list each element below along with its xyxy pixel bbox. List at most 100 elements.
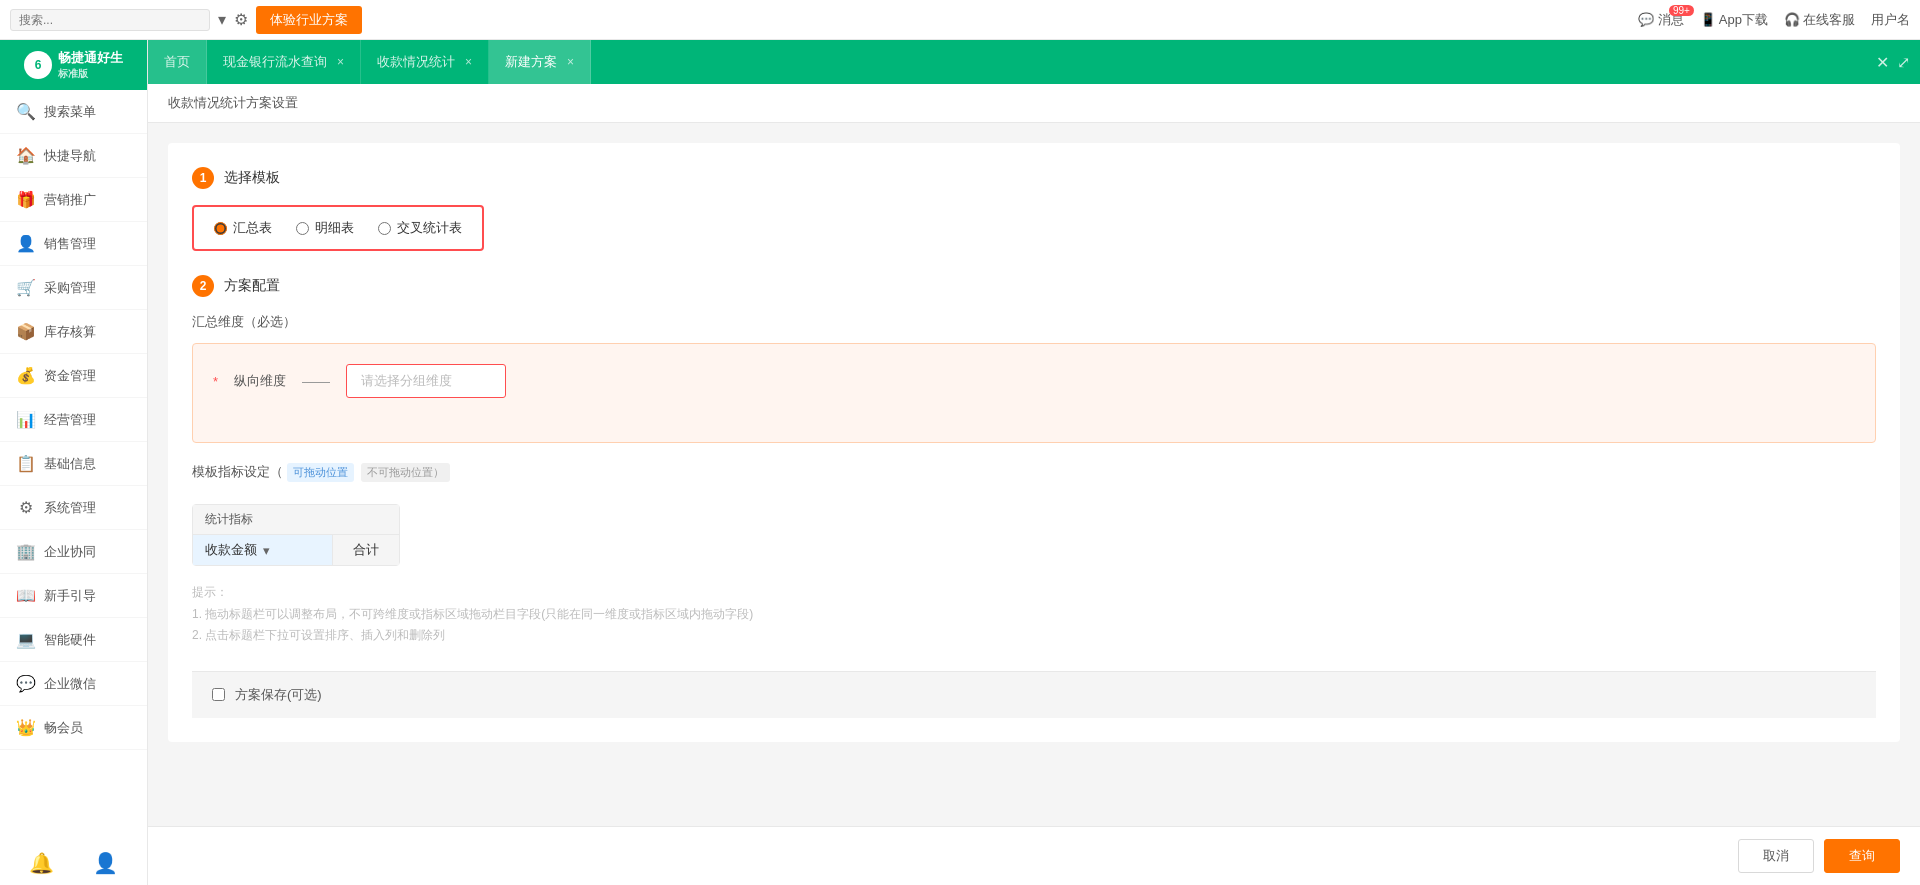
dimension-area: * 纵向维度 —— 请选择分组维度 [192, 343, 1876, 443]
sidebar-bell-icon[interactable]: 🔔 [29, 851, 54, 875]
radio-cross-label: 交叉统计表 [397, 219, 462, 237]
sidebar-item-sales[interactable]: 👤 销售管理 [0, 222, 147, 266]
dimension-row: * 纵向维度 —— 请选择分组维度 [213, 364, 1855, 398]
tab-collection-close[interactable]: × [465, 55, 472, 69]
tab-bar-right: ✕ ⤢ [1876, 53, 1920, 72]
cancel-button[interactable]: 取消 [1738, 839, 1814, 873]
sidebar-item-wechat[interactable]: 💬 企业微信 [0, 662, 147, 706]
query-button[interactable]: 查询 [1824, 839, 1900, 873]
radio-summary[interactable]: 汇总表 [214, 219, 272, 237]
tab-home-label: 首页 [164, 53, 190, 71]
tab-close-all-btn[interactable]: ✕ [1876, 53, 1889, 72]
gear-icon: ⚙ [16, 498, 36, 517]
tab-expand-btn[interactable]: ⤢ [1897, 53, 1910, 72]
logo-icon: 6 [24, 51, 52, 79]
header-dropdown-btn[interactable]: ▾ [218, 10, 226, 29]
save-checkbox[interactable] [212, 688, 225, 701]
tab-new-plan[interactable]: 新建方案 × [489, 40, 591, 84]
sidebar-item-label-search: 搜索菜单 [44, 103, 96, 121]
download-label: App下载 [1719, 11, 1768, 29]
edition-label: 标准版 [58, 67, 123, 81]
tab-collection-label: 收款情况统计 [377, 53, 455, 71]
trial-btn[interactable]: 体验行业方案 [256, 6, 362, 34]
user-name: 用户名 [1871, 11, 1910, 29]
sidebar-item-system[interactable]: ⚙ 系统管理 [0, 486, 147, 530]
sidebar-item-quick[interactable]: 🏠 快捷导航 [0, 134, 147, 178]
tab-bank[interactable]: 现金银行流水查询 × [207, 40, 361, 84]
sidebar-item-label-sales: 销售管理 [44, 235, 96, 253]
stats-header: 统计指标 [193, 505, 399, 535]
sidebar-item-label-operation: 经营管理 [44, 411, 96, 429]
dimension-title: 汇总维度（必选） [192, 313, 1876, 331]
arrow-right-icon: —— [302, 373, 330, 389]
step1-title: 选择模板 [224, 169, 280, 187]
stats-amount-cell[interactable]: 收款金额 ▾ [193, 535, 333, 565]
search-menu-icon: 🔍 [16, 102, 36, 121]
step1-number: 1 [192, 167, 214, 189]
person-icon: 👤 [16, 234, 36, 253]
tab-home[interactable]: 首页 [148, 40, 207, 84]
sidebar-item-guide[interactable]: 📖 新手引导 [0, 574, 147, 618]
radio-detail-input[interactable] [296, 222, 309, 235]
sidebar-logo: 6 畅捷通好生 标准版 [0, 40, 147, 90]
footer-bar: 取消 查询 [148, 826, 1920, 885]
sidebar-user-icon[interactable]: 👤 [93, 851, 118, 875]
service-label: 在线客服 [1803, 11, 1855, 29]
main-layout: 6 畅捷通好生 标准版 🔍 搜索菜单 🏠 快捷导航 🎁 营销推广 👤 销售管理 … [0, 40, 1920, 885]
tip-2: 2. 点击标题栏下拉可设置排序、插入列和删除列 [192, 625, 1876, 647]
online-service-link[interactable]: 🎧 在线客服 [1784, 11, 1855, 29]
tab-new-plan-close[interactable]: × [567, 55, 574, 69]
sidebar-item-finance[interactable]: 💰 资金管理 [0, 354, 147, 398]
step2-section: 2 方案配置 汇总维度（必选） * 纵向维度 —— 请选择分组维度 [192, 275, 1876, 647]
tab-new-plan-label: 新建方案 [505, 53, 557, 71]
sidebar-item-purchase[interactable]: 🛒 采购管理 [0, 266, 147, 310]
radio-detail-label: 明细表 [315, 219, 354, 237]
sidebar-item-search[interactable]: 🔍 搜索菜单 [0, 90, 147, 134]
sidebar-item-basic[interactable]: 📋 基础信息 [0, 442, 147, 486]
message-badge-container[interactable]: 💬 消息 99+ [1638, 11, 1684, 29]
sidebar-item-inventory[interactable]: 📦 库存核算 [0, 310, 147, 354]
metrics-title-text: 模板指标设定（ [192, 464, 283, 479]
radio-summary-input[interactable] [214, 222, 227, 235]
stats-total-cell: 合计 [333, 535, 399, 565]
sidebar-item-marketing[interactable]: 🎁 营销推广 [0, 178, 147, 222]
template-selection-box: 汇总表 明细表 交叉统计表 [192, 205, 484, 251]
radio-cross-input[interactable] [378, 222, 391, 235]
chat-icon: 💬 [16, 674, 36, 693]
sidebar-item-label-member: 畅会员 [44, 719, 83, 737]
header-gear-btn[interactable]: ⚙ [234, 10, 248, 29]
step1-header: 1 选择模板 [192, 167, 1876, 189]
content-area: 首页 现金银行流水查询 × 收款情况统计 × 新建方案 × ✕ ⤢ 收款情况统计… [148, 40, 1920, 885]
box-icon: 📦 [16, 322, 36, 341]
save-label: 方案保存(可选) [235, 686, 322, 704]
sidebar: 6 畅捷通好生 标准版 🔍 搜索菜单 🏠 快捷导航 🎁 营销推广 👤 销售管理 … [0, 40, 148, 885]
top-header: ▾ ⚙ 体验行业方案 💬 消息 99+ 📱 App下载 🎧 在线客服 用户名 [0, 0, 1920, 40]
form-card: 1 选择模板 汇总表 明细表 [168, 143, 1900, 742]
required-star: * [213, 374, 218, 389]
dimension-select-box[interactable]: 请选择分组维度 [346, 364, 506, 398]
draggable-tag: 可拖动位置 [287, 463, 354, 482]
sidebar-item-label-marketing: 营销推广 [44, 191, 96, 209]
gift-icon: 🎁 [16, 190, 36, 209]
app-download-link[interactable]: 📱 App下载 [1700, 11, 1768, 29]
page-content: 收款情况统计方案设置 1 选择模板 汇总表 [148, 84, 1920, 885]
tab-bank-close[interactable]: × [337, 55, 344, 69]
stats-dropdown-icon[interactable]: ▾ [263, 543, 270, 558]
logo-text-container: 畅捷通好生 标准版 [58, 49, 123, 81]
sidebar-item-enterprise[interactable]: 🏢 企业协同 [0, 530, 147, 574]
clipboard-icon: 📋 [16, 454, 36, 473]
sidebar-item-member[interactable]: 👑 畅会员 [0, 706, 147, 750]
sidebar-item-hardware[interactable]: 💻 智能硬件 [0, 618, 147, 662]
logo-text: 畅捷通好生 [58, 49, 123, 67]
radio-detail[interactable]: 明细表 [296, 219, 354, 237]
header-search-input[interactable] [10, 9, 210, 31]
tab-bar: 首页 现金银行流水查询 × 收款情况统计 × 新建方案 × ✕ ⤢ [148, 40, 1920, 84]
sidebar-item-operation[interactable]: 📊 经营管理 [0, 398, 147, 442]
step2-header: 2 方案配置 [192, 275, 1876, 297]
cart-icon: 🛒 [16, 278, 36, 297]
radio-cross[interactable]: 交叉统计表 [378, 219, 462, 237]
hardware-icon: 💻 [16, 630, 36, 649]
dimension-placeholder: 请选择分组维度 [361, 372, 452, 390]
sidebar-item-label-finance: 资金管理 [44, 367, 96, 385]
tab-collection[interactable]: 收款情况统计 × [361, 40, 489, 84]
